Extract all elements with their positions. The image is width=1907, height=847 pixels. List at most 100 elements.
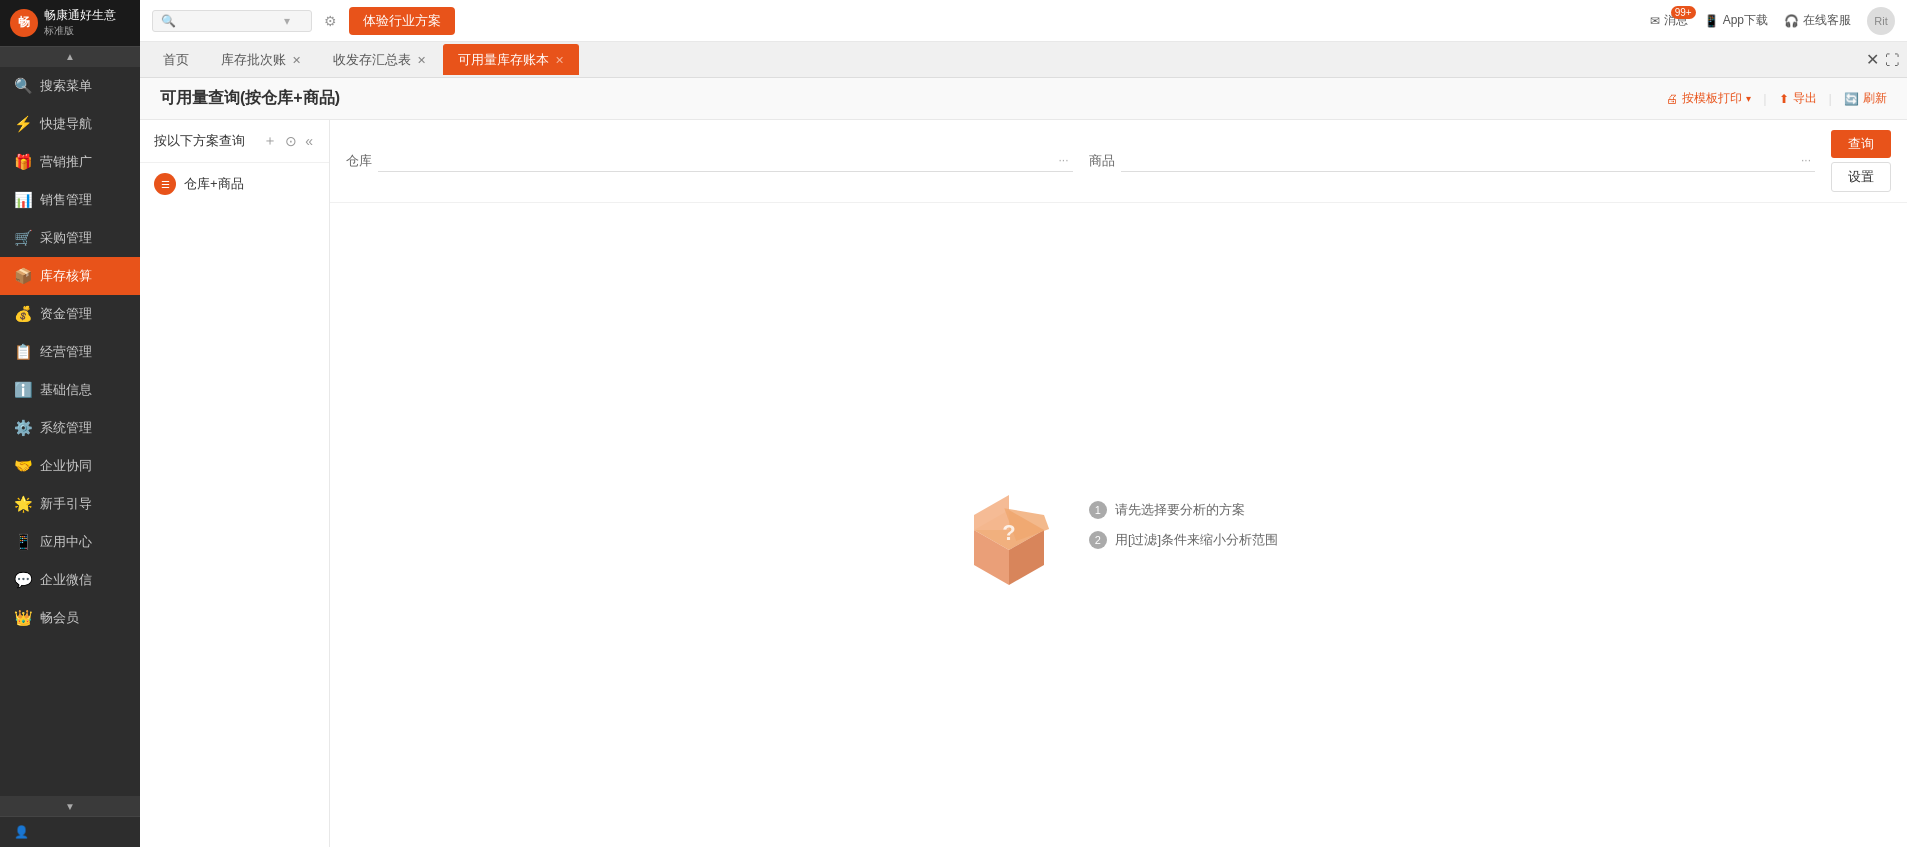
refresh-btn[interactable]: 🔄 刷新 [1844,90,1887,107]
tab-available-qty-close[interactable]: ✕ [555,54,564,67]
sidebar-item-search[interactable]: 🔍 搜索菜单 [0,67,140,105]
sidebar-item-system[interactable]: ⚙️ 系统管理 [0,409,140,447]
sidebar-header: 畅 畅康通好生意 标准版 [0,0,140,47]
tab-home[interactable]: 首页 [148,44,204,75]
sidebar-item-app-center[interactable]: 📱 应用中心 [0,523,140,561]
query-actions: 查询 设置 [1831,130,1891,192]
filter-item-warehouse-product[interactable]: ☰ 仓库+商品 [140,163,329,205]
topbar-search-area: 🔍 ▾ [152,10,312,32]
app-download-action[interactable]: 📱 App下载 [1704,12,1768,29]
sidebar-item-wechat[interactable]: 💬 企业微信 [0,561,140,599]
sidebar-item-label: 基础信息 [40,381,92,399]
page-title: 可用量查询(按仓库+商品) [160,88,340,109]
product-input-wrapper: ··· [1121,151,1816,172]
warehouse-more-btn[interactable]: ··· [1054,153,1072,167]
tab-available-qty[interactable]: 可用量库存账本 ✕ [443,44,579,75]
print-btn[interactable]: 🖨 按模板打印 ▾ [1666,90,1751,107]
sidebar-item-label: 营销推广 [40,153,92,171]
online-service-action[interactable]: 🎧 在线客服 [1784,12,1851,29]
sidebar-item-finance[interactable]: 💰 资金管理 [0,295,140,333]
app-edition: 标准版 [44,24,116,38]
header-divider-2: | [1829,91,1832,106]
refresh-label: 刷新 [1863,90,1887,107]
empty-tip-2: 2 用[过滤]条件来缩小分析范围 [1089,531,1278,549]
sidebar-item-member[interactable]: 👑 畅会员 [0,599,140,637]
app-download-icon: 📱 [1704,14,1719,28]
topbar-search-input[interactable] [180,14,280,28]
query-submit-btn[interactable]: 查询 [1831,130,1891,158]
message-action[interactable]: ✉ 消息 99+ [1650,12,1688,29]
warehouse-input[interactable] [378,151,1054,169]
filter-settings-btn[interactable]: ⊙ [283,130,299,152]
sidebar-item-sales[interactable]: 📊 销售管理 [0,181,140,219]
filter-header: 按以下方案查询 ＋ ⊙ « [140,120,329,163]
sidebar-item-operations[interactable]: 📋 经营管理 [0,333,140,371]
basic-info-icon: ℹ️ [14,381,32,399]
refresh-icon: 🔄 [1844,92,1859,106]
industry-btn[interactable]: 体验行业方案 [349,7,455,35]
sidebar-item-marketing[interactable]: 🎁 营销推广 [0,143,140,181]
sidebar-item-label: 畅会员 [40,609,79,627]
warehouse-input-wrapper: ··· [378,151,1073,172]
main-content: 🔍 ▾ ⚙ 体验行业方案 ✉ 消息 99+ 📱 App下载 🎧 在线客服 Rit [140,0,1907,847]
product-label: 商品 [1089,152,1115,170]
topbar: 🔍 ▾ ⚙ 体验行业方案 ✉ 消息 99+ 📱 App下载 🎧 在线客服 Rit [140,0,1907,42]
sidebar-scroll-down[interactable]: ▼ [0,796,140,816]
sidebar-item-enterprise[interactable]: 🤝 企业协同 [0,447,140,485]
topbar-actions: ✉ 消息 99+ 📱 App下载 🎧 在线客服 Rit [1650,7,1895,35]
warehouse-field: 仓库 ··· [346,151,1073,172]
tab-home-label: 首页 [163,51,189,69]
product-input[interactable] [1121,151,1797,169]
sidebar-item-new-user[interactable]: 🌟 新手引导 [0,485,140,523]
sidebar-item-label: 企业协同 [40,457,92,475]
sidebar-item-label: 系统管理 [40,419,92,437]
tabs-right: ✕ ⛶ [1866,50,1899,69]
app-center-icon: 📱 [14,533,32,551]
tabs-close-button[interactable]: ✕ [1866,50,1879,69]
query-settings-btn[interactable]: 设置 [1831,162,1891,192]
empty-tip-text-2: 用[过滤]条件来缩小分析范围 [1115,531,1278,549]
product-more-btn[interactable]: ··· [1797,153,1815,167]
tab-batch-ledger-close[interactable]: ✕ [292,54,301,67]
sidebar-item-label: 应用中心 [40,533,92,551]
avatar[interactable]: Rit [1867,7,1895,35]
tabs-expand-button[interactable]: ⛶ [1885,52,1899,68]
sidebar-item-label: 经营管理 [40,343,92,361]
filter-item-icon: ☰ [154,173,176,195]
finance-icon: 💰 [14,305,32,323]
tab-batch-ledger[interactable]: 库存批次账 ✕ [206,44,316,75]
filter-add-btn[interactable]: ＋ [261,130,279,152]
filter-panel: 按以下方案查询 ＋ ⊙ « ☰ 仓库+商品 [140,120,330,847]
sidebar-logo: 畅 [10,9,38,37]
print-icon: 🖨 [1666,92,1678,106]
service-icon: 🎧 [1784,14,1799,28]
operations-icon: 📋 [14,343,32,361]
filter-title: 按以下方案查询 [154,132,245,150]
export-icon: ⬆ [1779,92,1789,106]
svg-text:?: ? [1002,520,1015,545]
export-btn[interactable]: ⬆ 导出 [1779,90,1817,107]
tab-available-qty-label: 可用量库存账本 [458,51,549,69]
empty-tip-1: 1 请先选择要分析的方案 [1089,501,1278,519]
sidebar-item-quick-nav[interactable]: ⚡ 快捷导航 [0,105,140,143]
print-label: 按模板打印 [1682,90,1742,107]
filter-collapse-btn[interactable]: « [303,130,315,152]
sidebar-item-basic-info[interactable]: ℹ️ 基础信息 [0,371,140,409]
sales-icon: 📊 [14,191,32,209]
sidebar-item-inventory[interactable]: 📦 库存核算 [0,257,140,295]
gear-icon[interactable]: ⚙ [320,9,341,33]
sidebar-item-label: 搜索菜单 [40,77,92,95]
tab-receipt-summary[interactable]: 收发存汇总表 ✕ [318,44,441,75]
tab-receipt-summary-label: 收发存汇总表 [333,51,411,69]
query-bar: 仓库 ··· 商品 ··· 查询 设置 [330,120,1907,203]
print-dropdown-icon[interactable]: ▾ [1746,93,1751,104]
filter-actions: ＋ ⊙ « [261,130,315,152]
tab-receipt-summary-close[interactable]: ✕ [417,54,426,67]
sidebar-item-purchase[interactable]: 🛒 采购管理 [0,219,140,257]
sidebar-scroll-up[interactable]: ▲ [0,47,140,67]
page-header-actions: 🖨 按模板打印 ▾ | ⬆ 导出 | 🔄 刷新 [1666,90,1887,107]
sidebar-item-label: 资金管理 [40,305,92,323]
sidebar-item-label: 库存核算 [40,267,92,285]
export-label: 导出 [1793,90,1817,107]
dropdown-icon[interactable]: ▾ [284,14,290,28]
